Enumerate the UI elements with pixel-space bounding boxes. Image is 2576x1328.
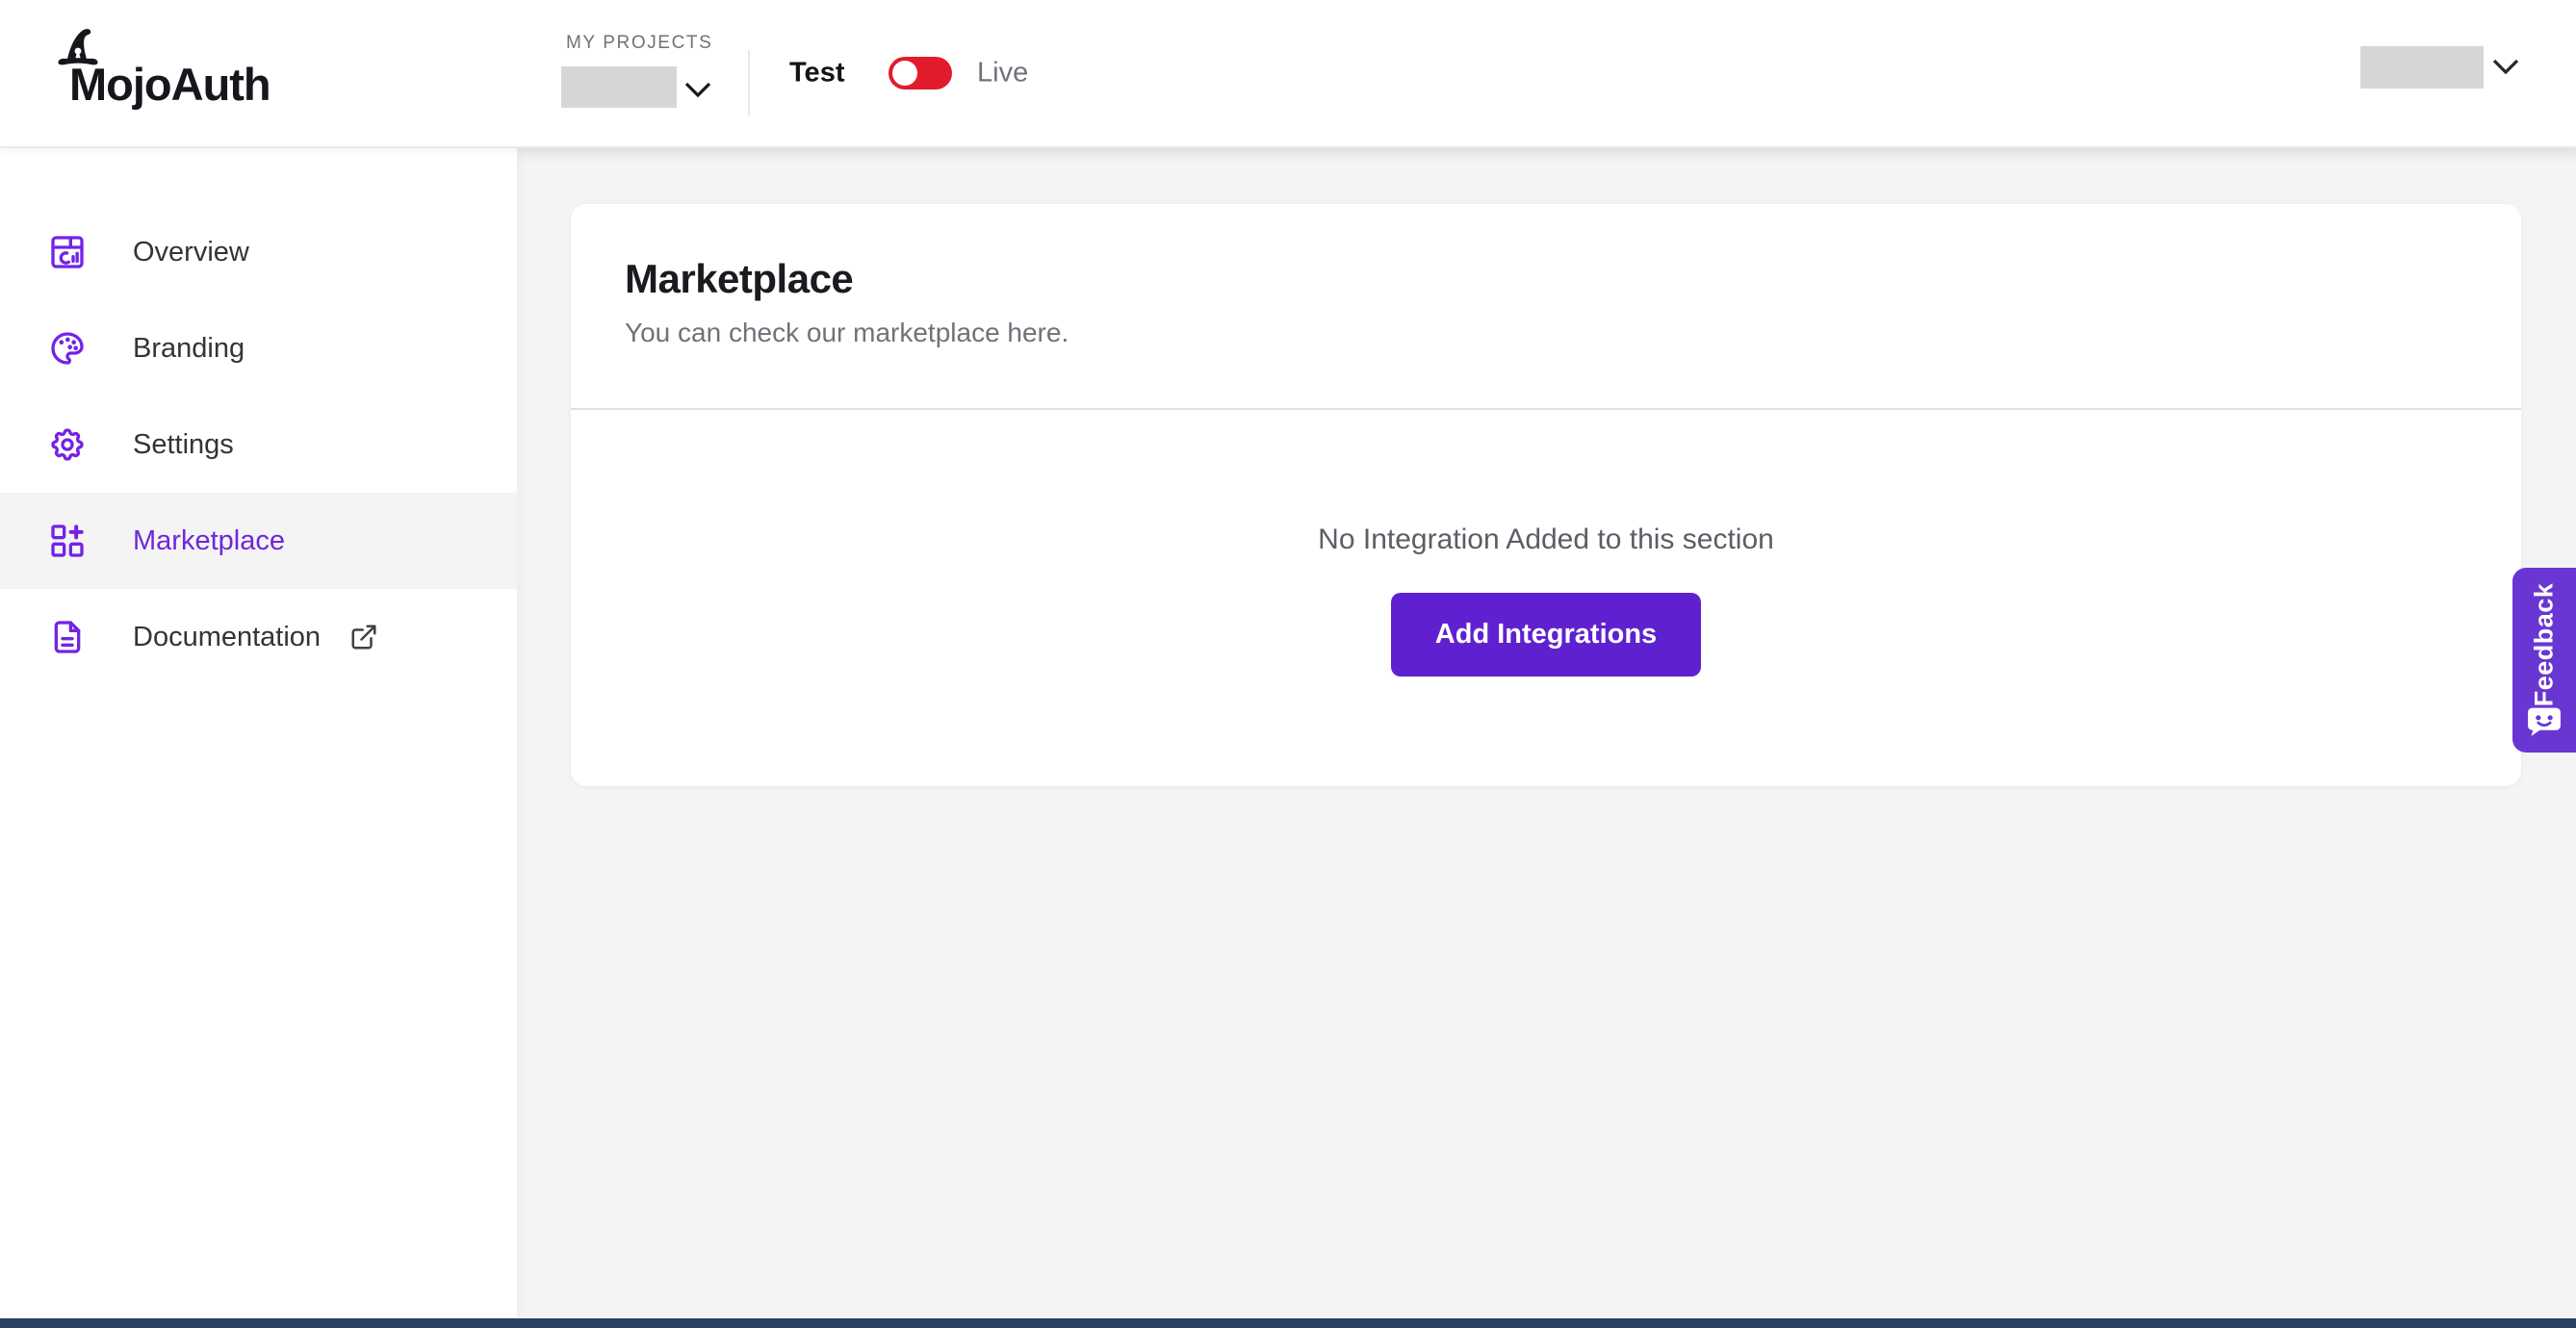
- bottom-accent-bar: [0, 1318, 2576, 1328]
- brand-logo[interactable]: MojoAuth: [54, 0, 362, 147]
- grid-plus-icon: [51, 524, 84, 557]
- marketplace-card: Marketplace You can check our marketplac…: [571, 204, 2521, 786]
- sidebar-item-marketplace[interactable]: Marketplace: [0, 493, 517, 589]
- card-body: No Integration Added to this section Add…: [571, 408, 2521, 786]
- account-menu[interactable]: [2360, 42, 2524, 92]
- project-selector[interactable]: [561, 66, 725, 108]
- account-name-redacted: [2360, 46, 2484, 89]
- top-bar: MojoAuth MY PROJECTS Test Live: [0, 0, 2576, 147]
- main-content: Marketplace You can check our marketplac…: [517, 148, 2576, 1318]
- sidebar-item-branding[interactable]: Branding: [0, 300, 517, 396]
- empty-state-text: No Integration Added to this section: [1318, 524, 1774, 555]
- sidebar-item-label: Documentation: [133, 621, 322, 652]
- card-header: Marketplace You can check our marketplac…: [571, 204, 2521, 408]
- sidebar-item-documentation[interactable]: Documentation: [0, 589, 517, 685]
- env-toggle[interactable]: [889, 57, 952, 89]
- gear-icon: [51, 428, 84, 461]
- sidebar-item-label: Branding: [133, 332, 245, 364]
- chevron-down-icon: [684, 82, 711, 98]
- env-test-label: Test: [789, 57, 845, 89]
- page-title: Marketplace: [625, 256, 854, 301]
- sidebar-item-label: Settings: [133, 428, 234, 460]
- feedback-tab[interactable]: Feedback: [2512, 568, 2576, 753]
- sidebar-item-overview[interactable]: Overview: [0, 204, 517, 300]
- external-link-icon: [351, 625, 376, 650]
- document-icon: [54, 621, 81, 653]
- dashboard-icon: [51, 236, 84, 268]
- chat-smiley-icon: [2528, 707, 2561, 736]
- page-subtitle: You can check our marketplace here.: [625, 318, 1069, 347]
- my-projects-label: MY PROJECTS: [566, 33, 713, 53]
- toggle-knob: [892, 61, 917, 86]
- add-integrations-button[interactable]: Add Integrations: [1390, 593, 1702, 677]
- sidebar-item-label: Marketplace: [133, 524, 285, 556]
- sidebar-item-label: Overview: [133, 236, 249, 268]
- project-name-redacted: [561, 66, 677, 108]
- brand-name: MojoAuth: [69, 59, 271, 110]
- sidebar-item-settings[interactable]: Settings: [0, 396, 517, 493]
- env-live-label: Live: [977, 57, 1029, 89]
- header-divider: [748, 50, 750, 115]
- feedback-label: Feedback: [2529, 582, 2559, 707]
- palette-icon: [51, 332, 84, 365]
- sidebar: Overview Branding Settings Marketplace D…: [0, 148, 517, 1318]
- chevron-down-icon: [2492, 59, 2519, 75]
